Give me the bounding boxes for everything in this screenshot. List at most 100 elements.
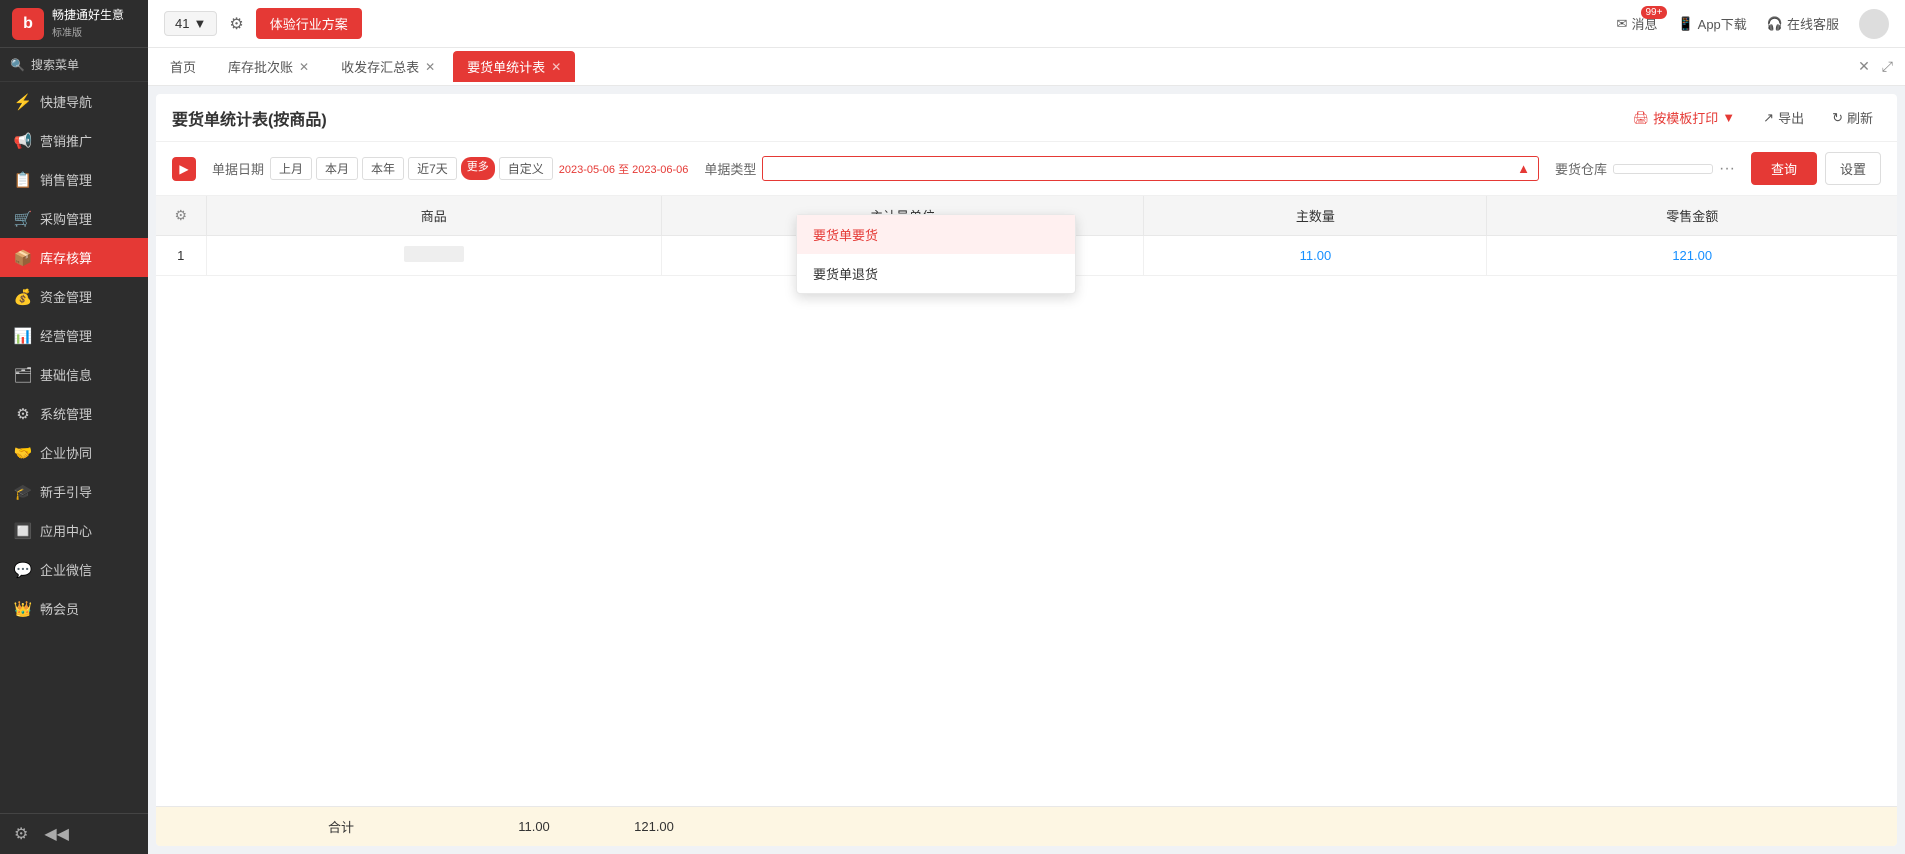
date-custom-btn[interactable]: 自定义 [499, 157, 553, 180]
query-button[interactable]: 查询 [1751, 152, 1817, 185]
date-filter-group: 单据日期 上月 本月 本年 近7天 更多 自定义 2023-05-06 至 20… [212, 157, 688, 180]
page-actions: 🖨 按模板打印 ▼ ↗ 导出 ↻ 刷新 [1625, 104, 1881, 131]
tabs-bar: 首页 库存批次账 ✕ 收发存汇总表 ✕ 要货单统计表 ✕ ✕ ⤢ [148, 48, 1905, 86]
app-version: 标准版 [52, 24, 124, 39]
tab-requisition-close[interactable]: ✕ [551, 60, 561, 74]
print-chevron-icon: ▼ [1722, 110, 1735, 125]
sidebar-collapse-icon[interactable]: ◀◀ [44, 824, 69, 844]
tab-home[interactable]: 首页 [156, 51, 210, 82]
app-name: 畅捷通好生意 [52, 8, 124, 24]
marketing-icon: 📢 [14, 132, 32, 150]
date-btn-last-month[interactable]: 上月 [270, 157, 312, 180]
sidebar-item-finance[interactable]: 💰 资金管理 [0, 277, 148, 316]
sidebar-item-wechat[interactable]: 💬 企业微信 [0, 550, 148, 589]
filter-expand-button[interactable]: ▶ [172, 157, 196, 181]
guide-icon: 🎓 [14, 483, 32, 501]
page-title-bar: 要货单统计表(按商品) 🖨 按模板打印 ▼ ↗ 导出 ↻ 刷新 [156, 94, 1897, 142]
finance-icon: 💰 [14, 288, 32, 306]
product-placeholder [404, 246, 464, 262]
app-logo: b 畅捷通好生意 标准版 [0, 0, 148, 48]
sidebar-nav: ⚡ 快捷导航 📢 营销推广 📋 销售管理 🛒 采购管理 📦 库存核算 💰 资金管… [0, 82, 148, 813]
content-area: 要货单统计表(按商品) 🖨 按模板打印 ▼ ↗ 导出 ↻ 刷新 [148, 86, 1905, 854]
warehouse-more-icon[interactable]: ··· [1719, 160, 1735, 178]
refresh-button[interactable]: ↻ 刷新 [1824, 104, 1881, 131]
warehouse-input[interactable] [1613, 164, 1713, 174]
sidebar-item-sales[interactable]: 📋 销售管理 [0, 160, 148, 199]
th-qty: 主数量 [1144, 196, 1487, 236]
date-btn-this-year[interactable]: 本年 [362, 157, 404, 180]
member-icon: 👑 [14, 600, 32, 618]
main-area: 41 ▼ ⚙ 体验行业方案 ✉ 消息 99+ 📱 App下载 🎧 在线客服 [148, 0, 1905, 854]
page-container: 要货单统计表(按商品) 🖨 按模板打印 ▼ ↗ 导出 ↻ 刷新 [156, 94, 1897, 846]
dropdown-item-requisition-return[interactable]: 要货单退货 [797, 254, 1075, 293]
sidebar-item-inventory[interactable]: 📦 库存核算 [0, 238, 148, 277]
sidebar-item-guide[interactable]: 🎓 新手引导 [0, 472, 148, 511]
warehouse-filter-group: 要货仓库 ··· [1555, 159, 1735, 178]
trial-button[interactable]: 体验行业方案 [256, 8, 362, 39]
th-product: 商品 [206, 196, 662, 236]
company-selector[interactable]: 41 ▼ [164, 11, 217, 36]
date-more-badge[interactable]: 更多 [461, 157, 495, 180]
sidebar-search[interactable]: 🔍 搜索菜单 [0, 48, 148, 82]
filter-bar: ▶ 单据日期 上月 本月 本年 近7天 更多 自定义 2023-05-06 至 … [156, 142, 1897, 196]
dropdown-item-requisition-order[interactable]: 要货单要货 [797, 215, 1075, 254]
type-filter-select[interactable]: ▲ [762, 156, 1539, 181]
sidebar-item-member[interactable]: 👑 畅会员 [0, 589, 148, 628]
date-btn-7days[interactable]: 近7天 [408, 157, 457, 180]
header-settings-icon[interactable]: ⚙ [229, 14, 243, 34]
sidebar-item-system[interactable]: ⚙ 系统管理 [0, 394, 148, 433]
table-footer: 合计 11.00 121.00 [156, 806, 1897, 846]
header-right: ✉ 消息 99+ 📱 App下载 🎧 在线客服 [1617, 9, 1889, 39]
tab-requisition[interactable]: 要货单统计表 ✕ [453, 51, 575, 82]
tab-batch[interactable]: 库存批次账 ✕ [214, 51, 323, 82]
sidebar-item-basic[interactable]: 🗂 基础信息 [0, 355, 148, 394]
sales-icon: 📋 [14, 171, 32, 189]
sidebar-item-appstore[interactable]: 🔲 应用中心 [0, 511, 148, 550]
tab-receivable[interactable]: 收发存汇总表 ✕ [327, 51, 449, 82]
operation-icon: 📊 [14, 327, 32, 345]
logo-icon: b [12, 8, 44, 40]
tab-batch-close[interactable]: ✕ [299, 60, 309, 74]
expand-icon: ▶ [179, 162, 188, 176]
sidebar-item-marketing[interactable]: 📢 营销推广 [0, 121, 148, 160]
sidebar-item-cooperation[interactable]: 🤝 企业协同 [0, 433, 148, 472]
app-download-action[interactable]: 📱 App下载 [1677, 14, 1746, 33]
table-settings-icon[interactable]: ⚙ [174, 207, 187, 223]
print-template-button[interactable]: 🖨 按模板打印 ▼ [1625, 104, 1743, 131]
th-amount: 零售金额 [1487, 196, 1897, 236]
filter-settings-button[interactable]: 设置 [1825, 152, 1881, 185]
sidebar-item-purchase[interactable]: 🛒 采购管理 [0, 199, 148, 238]
sidebar: b 畅捷通好生意 标准版 🔍 搜索菜单 ⚡ 快捷导航 📢 营销推广 📋 销售管理… [0, 0, 148, 854]
th-settings[interactable]: ⚙ [156, 196, 206, 236]
date-filter-label: 单据日期 [212, 159, 264, 178]
sidebar-item-operation[interactable]: 📊 经营管理 [0, 316, 148, 355]
tab-receivable-close[interactable]: ✕ [425, 60, 435, 74]
top-header: 41 ▼ ⚙ 体验行业方案 ✉ 消息 99+ 📱 App下载 🎧 在线客服 [148, 0, 1905, 48]
type-filter-group: 单据类型 ▲ [704, 156, 1539, 181]
page-title: 要货单统计表(按商品) [172, 106, 327, 130]
appstore-icon: 🔲 [14, 522, 32, 540]
row-no: 1 [156, 236, 206, 276]
footer-settings-icon[interactable]: ⚙ [14, 824, 28, 844]
type-filter-label: 单据类型 [704, 159, 756, 178]
basic-icon: 🗂 [14, 366, 32, 384]
message-icon: ✉ [1617, 16, 1628, 32]
tab-close-all-icon[interactable]: ✕ [1854, 54, 1874, 79]
tabs-right: ✕ ⤢ [1854, 54, 1897, 79]
company-dropdown-icon: ▼ [193, 16, 206, 31]
warehouse-filter-label: 要货仓库 [1555, 159, 1607, 178]
sidebar-item-quick-nav[interactable]: ⚡ 快捷导航 [0, 82, 148, 121]
date-btn-this-month[interactable]: 本月 [316, 157, 358, 180]
row-qty[interactable]: 11.00 [1144, 236, 1487, 276]
messages-action[interactable]: ✉ 消息 99+ [1617, 14, 1658, 33]
user-avatar[interactable] [1859, 9, 1889, 39]
date-buttons: 上月 本月 本年 近7天 更多 自定义 [270, 157, 553, 180]
row-product [206, 236, 662, 276]
row-amount[interactable]: 121.00 [1487, 236, 1897, 276]
export-button[interactable]: ↗ 导出 [1755, 104, 1812, 131]
refresh-icon: ↻ [1832, 110, 1843, 126]
tab-expand-icon[interactable]: ⤢ [1878, 54, 1897, 79]
online-service-action[interactable]: 🎧 在线客服 [1767, 14, 1839, 33]
type-select-chevron-icon: ▲ [1517, 161, 1530, 176]
sidebar-footer: ⚙ ◀◀ [0, 813, 148, 854]
